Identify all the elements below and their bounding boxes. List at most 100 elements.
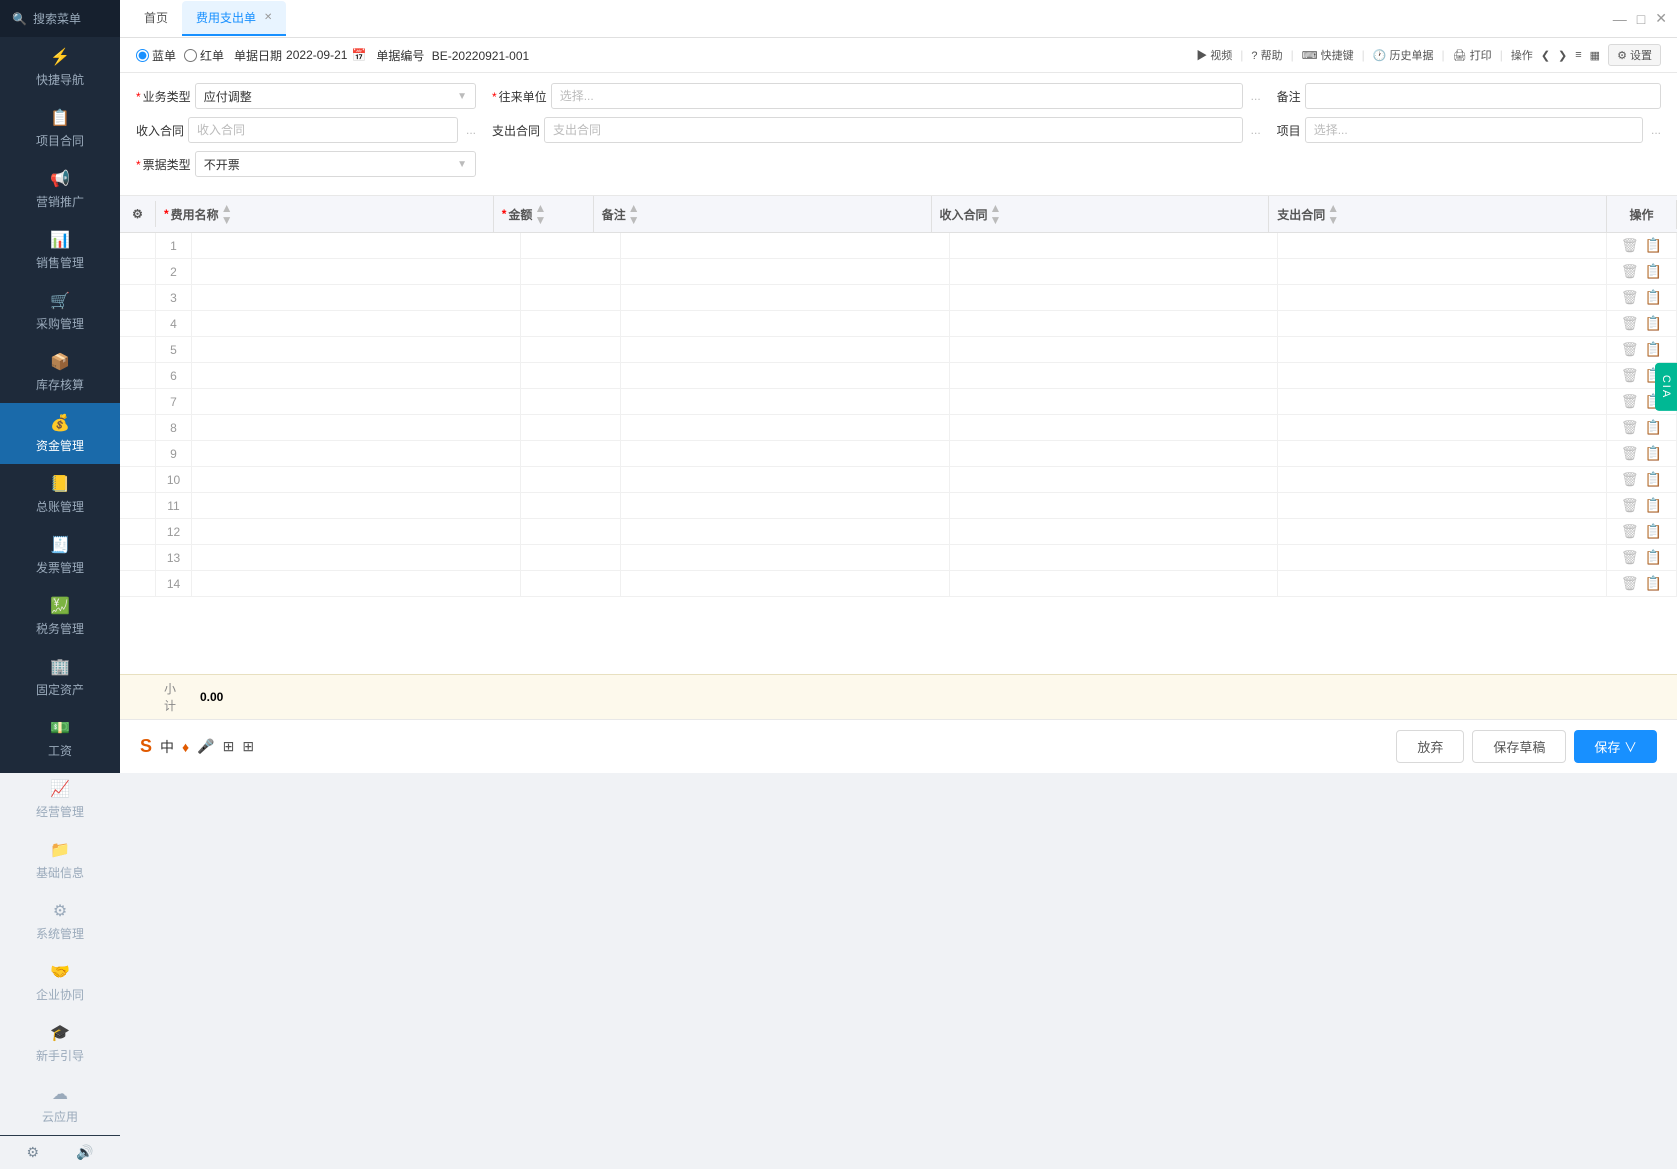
td-amount-11[interactable] [521, 493, 621, 518]
sidebar-item-capital[interactable]: 💰资金管理 [0, 403, 120, 464]
counterpart-dots[interactable]: ... [1251, 89, 1261, 103]
td-note-7[interactable] [621, 389, 950, 414]
td-amount-12[interactable] [521, 519, 621, 544]
row-delete-6[interactable]: 🗑 [1621, 367, 1639, 384]
toolbar-print[interactable]: 🖨 打印 [1453, 47, 1492, 63]
td-name-11[interactable] [192, 493, 521, 518]
discard-button[interactable]: 放弃 [1396, 730, 1464, 763]
td-amount-7[interactable] [521, 389, 621, 414]
td-name-8[interactable] [192, 415, 521, 440]
td-expense-14[interactable] [1278, 571, 1607, 596]
td-expense-9[interactable] [1278, 441, 1607, 466]
toolbar-operation[interactable]: 操作 [1511, 47, 1533, 63]
mic-icon[interactable]: 🎤 [197, 738, 214, 755]
td-expense-8[interactable] [1278, 415, 1607, 440]
radio-blue-label[interactable]: 蓝单 [136, 47, 176, 64]
row-delete-8[interactable]: 🗑 [1621, 419, 1639, 436]
td-income-6[interactable] [950, 363, 1279, 388]
grid-icon-1[interactable]: ⊞ [223, 738, 235, 755]
td-amount-5[interactable] [521, 337, 621, 362]
sidebar-item-newbie[interactable]: 🎓新手引导 [0, 1013, 120, 1074]
td-income-4[interactable] [950, 311, 1279, 336]
tab-expense-close[interactable]: ✕ [264, 12, 272, 23]
td-income-1[interactable] [950, 233, 1279, 258]
save-draft-button[interactable]: 保存草稿 [1472, 730, 1566, 763]
td-name-7[interactable] [192, 389, 521, 414]
td-amount-10[interactable] [521, 467, 621, 492]
window-close[interactable]: ✕ [1655, 10, 1667, 27]
settings-icon[interactable]: ⚙ [27, 1144, 40, 1161]
td-expense-4[interactable] [1278, 311, 1607, 336]
td-income-7[interactable] [950, 389, 1279, 414]
td-name-1[interactable] [192, 233, 521, 258]
td-expense-13[interactable] [1278, 545, 1607, 570]
toolbar-nav-next[interactable]: ❯ [1558, 49, 1567, 62]
td-income-2[interactable] [950, 259, 1279, 284]
td-amount-6[interactable] [521, 363, 621, 388]
td-note-9[interactable] [621, 441, 950, 466]
date-value[interactable]: 2022-09-21 [286, 48, 347, 62]
td-expense-1[interactable] [1278, 233, 1607, 258]
income-contract-dots[interactable]: ... [466, 123, 476, 137]
td-note-3[interactable] [621, 285, 950, 310]
sidebar-item-invoice[interactable]: 🧾发票管理 [0, 525, 120, 586]
row-copy-4[interactable]: 📋 [1645, 315, 1662, 332]
td-note-4[interactable] [621, 311, 950, 336]
td-name-13[interactable] [192, 545, 521, 570]
row-delete-12[interactable]: 🗑 [1621, 523, 1639, 540]
td-note-13[interactable] [621, 545, 950, 570]
tab-expense[interactable]: 费用支出单 ✕ [182, 1, 286, 36]
td-note-5[interactable] [621, 337, 950, 362]
sidebar-item-inventory[interactable]: 📦库存核算 [0, 342, 120, 403]
td-name-5[interactable] [192, 337, 521, 362]
row-delete-14[interactable]: 🗑 [1621, 575, 1639, 592]
row-copy-13[interactable]: 📋 [1645, 549, 1662, 566]
td-name-10[interactable] [192, 467, 521, 492]
sidebar-item-quick-nav[interactable]: ⚡快捷导航 [0, 37, 120, 98]
brand-icon-s[interactable]: S [140, 736, 152, 757]
td-income-9[interactable] [950, 441, 1279, 466]
td-amount-13[interactable] [521, 545, 621, 570]
business-type-select[interactable]: 应付调整 ▼ [195, 83, 476, 109]
td-expense-2[interactable] [1278, 259, 1607, 284]
radio-red[interactable] [184, 49, 197, 62]
row-copy-12[interactable]: 📋 [1645, 523, 1662, 540]
row-delete-1[interactable]: 🗑 [1621, 237, 1639, 254]
th-expense-contract-sort[interactable]: ▲▼ [1327, 202, 1339, 226]
row-delete-4[interactable]: 🗑 [1621, 315, 1639, 332]
td-expense-3[interactable] [1278, 285, 1607, 310]
sidebar-item-purchase[interactable]: 🛒采购管理 [0, 281, 120, 342]
toolbar-view-grid[interactable]: ▦ [1590, 49, 1600, 62]
sidebar-item-operations[interactable]: 📈经营管理 [0, 769, 120, 830]
calendar-icon[interactable]: 📅 [351, 48, 366, 62]
td-note-8[interactable] [621, 415, 950, 440]
diamond-icon[interactable]: ♦ [182, 739, 189, 755]
save-button[interactable]: 保存 ∨ [1574, 730, 1657, 763]
td-note-2[interactable] [621, 259, 950, 284]
sidebar-item-payroll[interactable]: 💵工资 [0, 708, 120, 769]
row-copy-8[interactable]: 📋 [1645, 419, 1662, 436]
td-income-8[interactable] [950, 415, 1279, 440]
td-expense-10[interactable] [1278, 467, 1607, 492]
td-name-6[interactable] [192, 363, 521, 388]
sidebar-item-enterprise[interactable]: 🤝企业协同 [0, 952, 120, 1013]
row-delete-10[interactable]: 🗑 [1621, 471, 1639, 488]
settings-button[interactable]: ⚙ 设置 [1608, 44, 1661, 66]
td-expense-5[interactable] [1278, 337, 1607, 362]
project-input[interactable]: 选择... [1305, 117, 1643, 143]
row-copy-9[interactable]: 📋 [1645, 445, 1662, 462]
th-name-sort[interactable]: ▲▼ [221, 202, 233, 226]
sidebar-item-basic-info[interactable]: 📁基础信息 [0, 830, 120, 891]
sidebar-item-accounting[interactable]: 📒总账管理 [0, 464, 120, 525]
td-name-2[interactable] [192, 259, 521, 284]
toolbar-nav-prev[interactable]: ❮ [1541, 49, 1550, 62]
window-minimize[interactable]: — [1613, 11, 1627, 27]
td-name-4[interactable] [192, 311, 521, 336]
td-income-3[interactable] [950, 285, 1279, 310]
sidebar-item-cloud-app[interactable]: ☁云应用 [0, 1074, 120, 1135]
td-note-14[interactable] [621, 571, 950, 596]
td-expense-7[interactable] [1278, 389, 1607, 414]
toolbar-history[interactable]: 🕐 历史单据 [1373, 47, 1434, 63]
toolbar-video[interactable]: ▶ 视频 [1196, 47, 1232, 63]
td-amount-2[interactable] [521, 259, 621, 284]
